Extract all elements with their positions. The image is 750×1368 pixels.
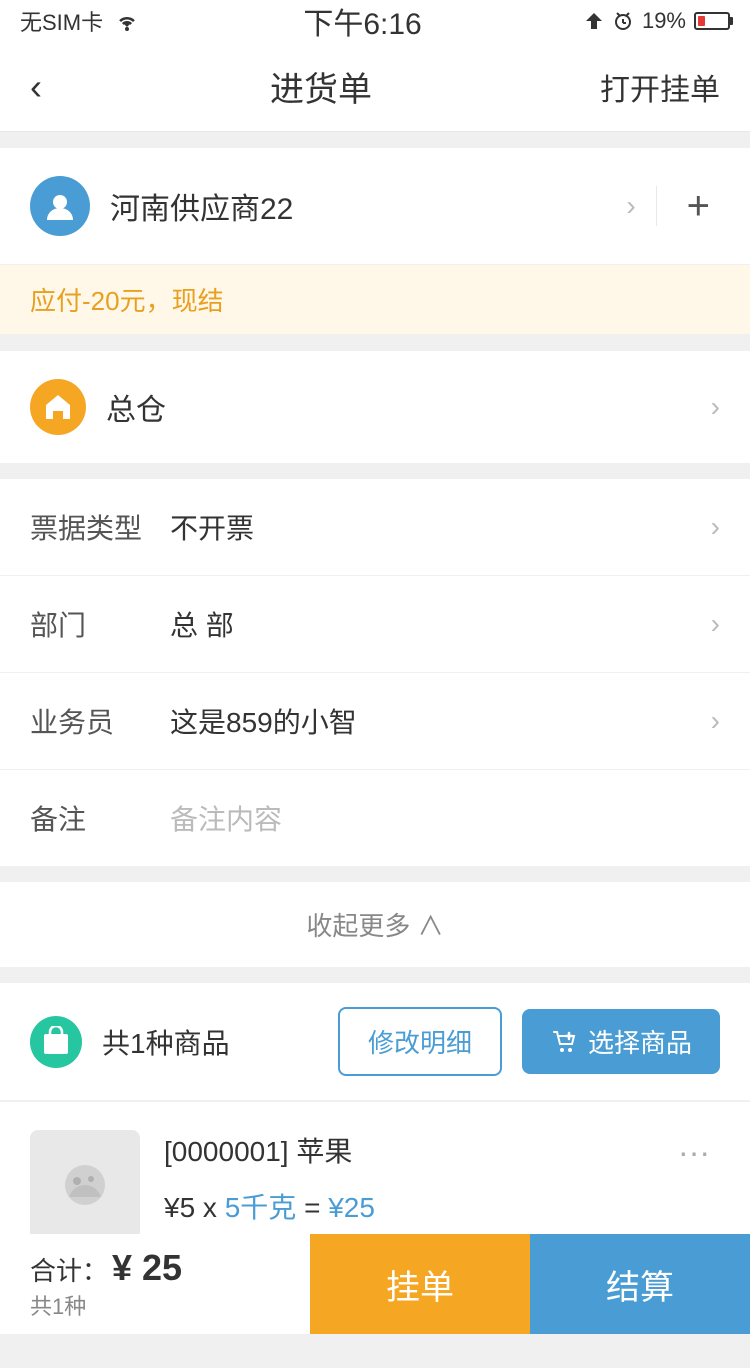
product-price: ¥5 x 5千克 = ¥25 — [164, 1186, 668, 1226]
cart-icon — [550, 1028, 578, 1056]
sales-rep-label: 业务员 — [30, 701, 170, 741]
collapse-row[interactable]: 收起更多 ∧ — [0, 882, 750, 967]
department-label: 部门 — [30, 604, 170, 644]
section-divider — [0, 132, 750, 148]
total-text: ¥25 — [328, 1192, 375, 1223]
status-time: 下午6:16 — [303, 0, 421, 43]
battery-icon — [694, 12, 730, 30]
bill-type-row[interactable]: 票据类型 不开票 › — [0, 479, 750, 576]
sales-rep-chevron-icon: › — [711, 705, 720, 737]
product-info: [0000001] 苹果 ¥5 x 5千克 = ¥25 — [164, 1130, 668, 1226]
row-divider — [656, 186, 657, 226]
quantity-text: 5千克 — [225, 1192, 297, 1223]
total-count: 共1种 — [30, 1289, 280, 1321]
product-name: [0000001] 苹果 — [164, 1130, 668, 1170]
warehouse-row[interactable]: 总仓 › — [0, 351, 750, 463]
wifi-icon — [113, 11, 141, 31]
form-section: 票据类型 不开票 › 部门 总 部 › 业务员 这是859的小智 › 备注 备注… — [0, 479, 750, 866]
department-value: 总 部 — [170, 604, 701, 644]
products-header: 共1种商品 修改明细 选择商品 — [0, 983, 750, 1100]
status-right: 19% — [584, 8, 730, 34]
remark-label: 备注 — [30, 798, 170, 838]
page-title: 进货单 — [270, 62, 372, 111]
battery-text: 19% — [642, 8, 686, 34]
supplier-row[interactable]: 河南供应商22 › + — [0, 148, 750, 265]
back-button[interactable]: ‹ — [30, 66, 42, 108]
price-text: ¥5 x — [164, 1192, 225, 1223]
status-bar: 无SIM卡 下午6:16 19% — [0, 0, 750, 42]
collapse-label: 收起更多 ∧ — [306, 906, 443, 943]
product-more-button[interactable]: ··· — [668, 1130, 720, 1171]
carrier-text: 无SIM卡 — [20, 5, 103, 37]
total-section: 合计： ¥ 25 共1种 — [0, 1247, 310, 1321]
supplier-avatar — [30, 176, 90, 236]
alarm-icon — [612, 10, 634, 32]
remark-input[interactable]: 备注内容 — [170, 798, 720, 838]
warehouse-chevron-icon: › — [711, 391, 720, 423]
total-amount: ¥ 25 — [112, 1247, 182, 1289]
bill-type-value: 不开票 — [170, 507, 701, 547]
bottom-bar: 合计： ¥ 25 共1种 挂单 结算 — [0, 1234, 750, 1334]
product-thumbnail — [30, 1130, 140, 1240]
notice-text: 应付-20元，现结 — [30, 286, 224, 316]
warehouse-section[interactable]: 总仓 › — [0, 351, 750, 463]
location-icon — [584, 11, 604, 31]
supplier-chevron-icon: › — [626, 190, 635, 222]
equals-text: = — [304, 1192, 328, 1223]
department-row[interactable]: 部门 总 部 › — [0, 576, 750, 673]
sales-rep-value: 这是859的小智 — [170, 701, 701, 741]
sales-rep-row[interactable]: 业务员 这是859的小智 › — [0, 673, 750, 770]
select-product-button[interactable]: 选择商品 — [522, 1009, 720, 1074]
edit-detail-button[interactable]: 修改明细 — [338, 1007, 502, 1076]
pending-button[interactable]: 挂单 — [310, 1234, 530, 1334]
select-product-label: 选择商品 — [588, 1023, 692, 1060]
status-carrier: 无SIM卡 — [20, 5, 141, 37]
remark-row[interactable]: 备注 备注内容 — [0, 770, 750, 866]
product-count-text: 共1种商品 — [102, 1022, 318, 1062]
bill-type-chevron-icon: › — [711, 511, 720, 543]
checkout-button[interactable]: 结算 — [530, 1234, 750, 1334]
department-chevron-icon: › — [711, 608, 720, 640]
product-code: [0000001] 苹果 — [164, 1136, 352, 1167]
notice-bar: 应付-20元，现结 — [0, 265, 750, 335]
nav-bar: ‹ 进货单 打开挂单 — [0, 42, 750, 132]
supplier-name: 河南供应商22 — [110, 184, 616, 228]
add-button[interactable]: + — [677, 184, 720, 229]
open-pending-button[interactable]: 打开挂单 — [600, 65, 720, 109]
product-count-icon — [30, 1016, 82, 1068]
warehouse-icon — [30, 379, 86, 435]
warehouse-name: 总仓 — [106, 385, 701, 429]
total-label: 合计： — [30, 1251, 108, 1288]
supplier-section: 河南供应商22 › + 应付-20元，现结 — [0, 148, 750, 335]
bill-type-label: 票据类型 — [30, 507, 170, 547]
